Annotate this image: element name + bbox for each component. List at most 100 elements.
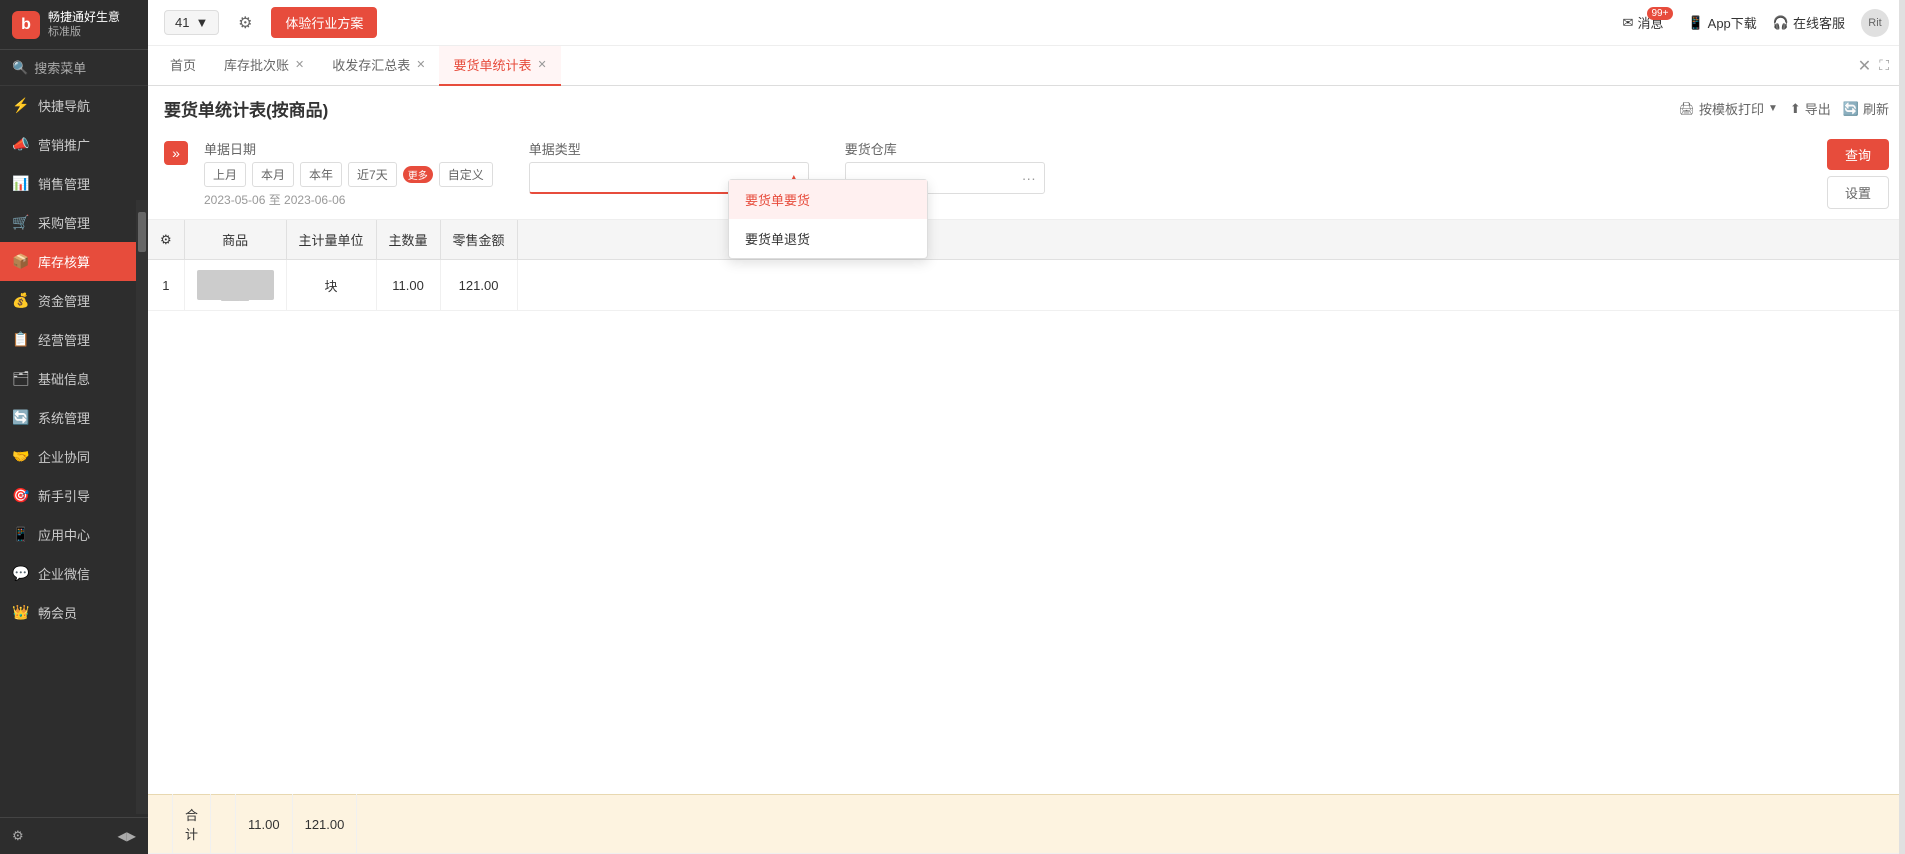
app-download-button[interactable]: 📱 App下载 — [1687, 13, 1756, 32]
page-title: 要货单统计表(按商品) — [164, 96, 328, 121]
close-window-icon[interactable]: ✕ — [1858, 56, 1871, 76]
cell-quantity: 11.00 — [376, 260, 440, 311]
sidebar-item-wechat[interactable]: 💬 企业微信 — [0, 554, 148, 593]
refresh-icon: 🔄 — [1843, 101, 1859, 117]
sidebar-item-label: 库存核算 — [38, 252, 90, 271]
sidebar-item-enterprise[interactable]: 🤝 企业协同 — [0, 437, 148, 476]
search-menu[interactable]: 🔍 搜索菜单 — [0, 50, 148, 86]
last-month-btn[interactable]: 上月 — [204, 162, 246, 187]
sidebar-item-label: 新手引导 — [38, 486, 90, 505]
sidebar-item-label: 畅会员 — [38, 603, 77, 622]
print-button[interactable]: 🖨 按模板打印 ▼ — [1678, 99, 1777, 118]
more-icon: ··· — [1022, 170, 1036, 186]
store-selector[interactable]: 41 ▼ — [164, 10, 219, 35]
query-button[interactable]: 查询 — [1827, 139, 1889, 170]
sidebar-item-label: 快捷导航 — [38, 96, 90, 115]
column-quantity: 主数量 — [376, 220, 440, 260]
chevron-down-icon: ▼ — [195, 15, 208, 30]
cell-extra — [517, 260, 1904, 311]
right-resize-handle[interactable] — [1899, 0, 1905, 854]
tab-receivable-summary[interactable]: 收发存汇总表 ✕ — [318, 46, 439, 86]
sidebar-item-label: 经营管理 — [38, 330, 90, 349]
refresh-button[interactable]: 🔄 刷新 — [1843, 99, 1889, 118]
total-unit-empty — [211, 795, 236, 854]
last-7-days-btn[interactable]: 近7天 — [348, 162, 397, 187]
column-product: 商品 — [184, 220, 286, 260]
sidebar-item-label: 采购管理 — [38, 213, 90, 232]
tab-order-stats[interactable]: 要货单统计表 ✕ — [439, 46, 560, 86]
page-header: 要货单统计表(按商品) 🖨 按模板打印 ▼ ⬆ 导出 🔄 刷新 — [148, 86, 1905, 129]
total-quantity: 11.00 — [236, 795, 293, 854]
sidebar-item-quick-nav[interactable]: ⚡ 快捷导航 — [0, 86, 148, 125]
headset-icon: 🎧 — [1773, 15, 1789, 31]
guide-icon: 🎯 — [12, 487, 30, 504]
dropdown-item-order-return[interactable]: 要货单退货 — [729, 219, 927, 258]
this-year-btn[interactable]: 本年 — [300, 162, 342, 187]
expand-filter-button[interactable]: » — [164, 141, 188, 165]
sidebar-item-basic[interactable]: 🗂 基础信息 — [0, 359, 148, 398]
trial-button[interactable]: 体验行业方案 — [271, 7, 377, 38]
settings-icon[interactable]: ⚙ — [12, 828, 24, 844]
sidebar-item-system[interactable]: 🔄 系统管理 — [0, 398, 148, 437]
tab-close-receivable[interactable]: ✕ — [416, 58, 425, 71]
avatar[interactable]: Rit — [1861, 9, 1889, 37]
sidebar-item-member[interactable]: 👑 畅会员 — [0, 593, 148, 632]
sidebar-item-appstore[interactable]: 📱 应用中心 — [0, 515, 148, 554]
data-table-container: ⚙ 商品 主计量单位 主数量 零售金额 1 ████ ███ — [148, 220, 1905, 854]
total-empty-1 — [148, 795, 173, 854]
tab-batch-ledger[interactable]: 库存批次账 ✕ — [210, 46, 318, 86]
sidebar-item-inventory[interactable]: 📦 库存核算 — [0, 242, 148, 281]
app-download-label: App下载 — [1708, 13, 1757, 32]
column-settings[interactable]: ⚙ — [148, 220, 184, 260]
data-table: ⚙ 商品 主计量单位 主数量 零售金额 1 ████ ███ — [148, 220, 1905, 311]
appstore-icon: 📱 — [12, 526, 30, 543]
sidebar-item-guide[interactable]: 🎯 新手引导 — [0, 476, 148, 515]
sidebar-scrollbar[interactable] — [136, 200, 148, 814]
support-button[interactable]: 🎧 在线客服 — [1773, 13, 1845, 32]
sidebar-item-purchase[interactable]: 🛒 采购管理 — [0, 203, 148, 242]
collapse-icon[interactable]: ◀▶ — [118, 829, 136, 843]
page-actions: 🖨 按模板打印 ▼ ⬆ 导出 🔄 刷新 — [1678, 99, 1889, 118]
table-row: 1 ████ ███ 块 11.00 121.00 — [148, 260, 1905, 311]
tab-close-order-stats[interactable]: ✕ — [538, 58, 547, 71]
messages-button[interactable]: ✉ 消息 99+ — [1623, 13, 1664, 32]
support-label: 在线客服 — [1793, 13, 1845, 32]
sidebar-item-operation[interactable]: 📋 经营管理 — [0, 320, 148, 359]
total-row: 合计 11.00 121.00 — [148, 795, 1905, 854]
total-label: 合计 — [173, 795, 211, 854]
sidebar-item-finance[interactable]: 💰 资金管理 — [0, 281, 148, 320]
basic-icon: 🗂 — [12, 370, 30, 387]
store-name: 41 — [175, 15, 189, 30]
column-unit: 主计量单位 — [286, 220, 376, 260]
tab-home[interactable]: 首页 — [156, 46, 210, 86]
header-gear-button[interactable]: ⚙ — [231, 9, 259, 37]
maximize-icon[interactable]: ⛶ — [1879, 57, 1889, 74]
export-button[interactable]: ⬆ 导出 — [1790, 99, 1831, 118]
dropdown-item-order-goods[interactable]: 要货单要货 — [729, 180, 927, 219]
marketing-icon: 📣 — [12, 136, 30, 153]
tab-bar: 首页 库存批次账 ✕ 收发存汇总表 ✕ 要货单统计表 ✕ ✕ ⛶ — [148, 46, 1905, 86]
filter-settings-button[interactable]: 设置 — [1827, 176, 1889, 209]
page-content: 要货单统计表(按商品) 🖨 按模板打印 ▼ ⬆ 导出 🔄 刷新 — [148, 86, 1905, 854]
custom-date-btn[interactable]: 自定义 — [439, 162, 493, 187]
sidebar-item-label: 应用中心 — [38, 525, 90, 544]
sidebar-item-marketing[interactable]: 📣 营销推广 — [0, 125, 148, 164]
sidebar-item-label: 系统管理 — [38, 408, 90, 427]
filter-actions: 查询 设置 — [1827, 139, 1889, 209]
main-area: 41 ▼ ⚙ 体验行业方案 ✉ 消息 99+ 📱 App下载 🎧 在线客服 Ri… — [148, 0, 1905, 854]
top-header: 41 ▼ ⚙ 体验行业方案 ✉ 消息 99+ 📱 App下载 🎧 在线客服 Ri… — [148, 0, 1905, 46]
cell-row-num: 1 — [148, 260, 184, 311]
tab-close-batch-ledger[interactable]: ✕ — [295, 58, 304, 71]
warehouse-label: 要货仓库 — [845, 139, 1045, 158]
logo-text: 畅捷通好生意 标准版 — [48, 10, 120, 40]
date-label: 单据日期 — [204, 139, 493, 158]
cell-amount: 121.00 — [440, 260, 517, 311]
total-amount: 121.00 — [292, 795, 357, 854]
sidebar-item-sales[interactable]: 📊 销售管理 — [0, 164, 148, 203]
this-month-btn[interactable]: 本月 — [252, 162, 294, 187]
phone-icon: 📱 — [1687, 15, 1703, 31]
message-icon: ✉ — [1623, 15, 1634, 31]
sidebar-item-label: 资金管理 — [38, 291, 90, 310]
enterprise-icon: 🤝 — [12, 448, 30, 465]
sidebar: b 畅捷通好生意 标准版 🔍 搜索菜单 ⚡ 快捷导航 📣 营销推广 📊 销售管理… — [0, 0, 148, 854]
